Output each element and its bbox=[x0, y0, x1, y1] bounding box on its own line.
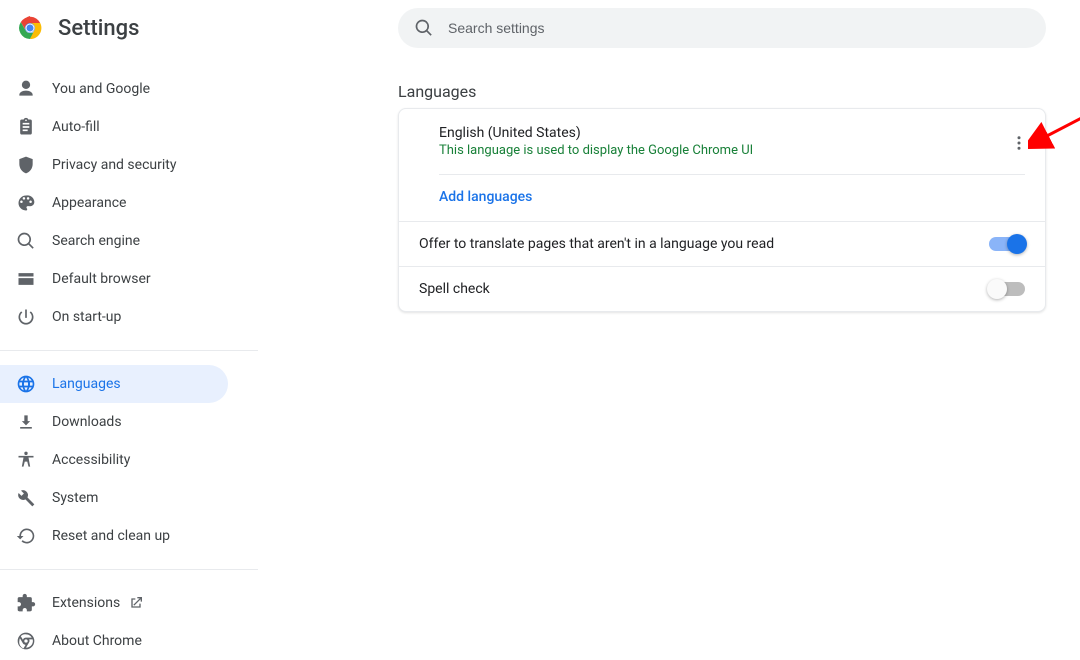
translate-label: Offer to translate pages that aren't in … bbox=[419, 236, 989, 252]
wrench-icon bbox=[0, 488, 52, 508]
language-name: English (United States) bbox=[439, 125, 753, 141]
sidebar-item-on-startup[interactable]: On start-up bbox=[0, 298, 228, 336]
sidebar-item-reset[interactable]: Reset and clean up bbox=[0, 517, 228, 555]
assignment-icon bbox=[0, 117, 52, 137]
chrome-outline-icon bbox=[0, 631, 52, 651]
language-note: This language is used to display the Goo… bbox=[439, 143, 753, 158]
sidebar-item-label: About Chrome bbox=[52, 633, 142, 649]
globe-icon bbox=[0, 374, 52, 394]
spellcheck-label: Spell check bbox=[419, 281, 989, 297]
language-row: English (United States) This language is… bbox=[439, 109, 1025, 166]
extension-icon bbox=[0, 593, 52, 613]
sidebar-item-label: Languages bbox=[52, 376, 121, 392]
chrome-logo-icon bbox=[18, 16, 42, 40]
translate-row: Offer to translate pages that aren't in … bbox=[399, 222, 1045, 266]
sidebar-item-languages[interactable]: Languages bbox=[0, 365, 228, 403]
search-icon bbox=[0, 231, 52, 251]
sidebar-item-label: Accessibility bbox=[52, 452, 130, 468]
power-icon bbox=[0, 307, 52, 327]
sidebar-item-label: You and Google bbox=[52, 81, 150, 97]
sidebar-item-system[interactable]: System bbox=[0, 479, 228, 517]
sidebar-item-downloads[interactable]: Downloads bbox=[0, 403, 228, 441]
languages-card: English (United States) This language is… bbox=[398, 108, 1046, 312]
language-more-button[interactable] bbox=[1001, 125, 1037, 161]
window-icon bbox=[0, 269, 52, 289]
sidebar-item-appearance[interactable]: Appearance bbox=[0, 184, 228, 222]
sidebar-item-label: Extensions bbox=[52, 595, 120, 611]
search-bar[interactable] bbox=[398, 8, 1046, 48]
divider bbox=[0, 569, 258, 570]
sidebar-item-label: Auto-fill bbox=[52, 119, 100, 135]
sidebar-item-label: Default browser bbox=[52, 271, 151, 287]
sidebar-item-label: System bbox=[52, 490, 98, 506]
palette-icon bbox=[0, 193, 52, 213]
open-in-new-icon bbox=[128, 595, 144, 611]
sidebar-item-label: Downloads bbox=[52, 414, 122, 430]
sidebar-item-privacy[interactable]: Privacy and security bbox=[0, 146, 228, 184]
accessibility-icon bbox=[0, 450, 52, 470]
sidebar-item-label: Reset and clean up bbox=[52, 528, 170, 544]
sidebar-item-autofill[interactable]: Auto-fill bbox=[0, 108, 228, 146]
page-title: Settings bbox=[58, 16, 139, 41]
shield-icon bbox=[0, 155, 52, 175]
restore-icon bbox=[0, 526, 52, 546]
search-input[interactable] bbox=[446, 19, 1030, 37]
person-icon bbox=[0, 79, 52, 99]
sidebar: You and Google Auto-fill Privacy and sec… bbox=[0, 56, 258, 639]
spellcheck-toggle[interactable] bbox=[989, 282, 1025, 296]
sidebar-item-label: On start-up bbox=[52, 309, 121, 325]
spellcheck-row: Spell check bbox=[399, 267, 1045, 311]
section-title: Languages bbox=[398, 82, 476, 101]
sidebar-item-label: Search engine bbox=[52, 233, 140, 249]
sidebar-item-about[interactable]: About Chrome bbox=[0, 622, 228, 660]
divider bbox=[0, 350, 258, 351]
sidebar-item-you-and-google[interactable]: You and Google bbox=[0, 70, 228, 108]
sidebar-item-label: Privacy and security bbox=[52, 157, 176, 173]
sidebar-item-label: Appearance bbox=[52, 195, 126, 211]
sidebar-item-extensions[interactable]: Extensions bbox=[0, 584, 228, 622]
download-icon bbox=[0, 412, 52, 432]
sidebar-item-search-engine[interactable]: Search engine bbox=[0, 222, 228, 260]
add-languages-button[interactable]: Add languages bbox=[439, 175, 1025, 221]
main: Languages English (United States) This l… bbox=[258, 0, 1080, 639]
translate-toggle[interactable] bbox=[989, 237, 1025, 251]
sidebar-item-default-browser[interactable]: Default browser bbox=[0, 260, 228, 298]
sidebar-item-accessibility[interactable]: Accessibility bbox=[0, 441, 228, 479]
search-icon bbox=[414, 18, 434, 38]
